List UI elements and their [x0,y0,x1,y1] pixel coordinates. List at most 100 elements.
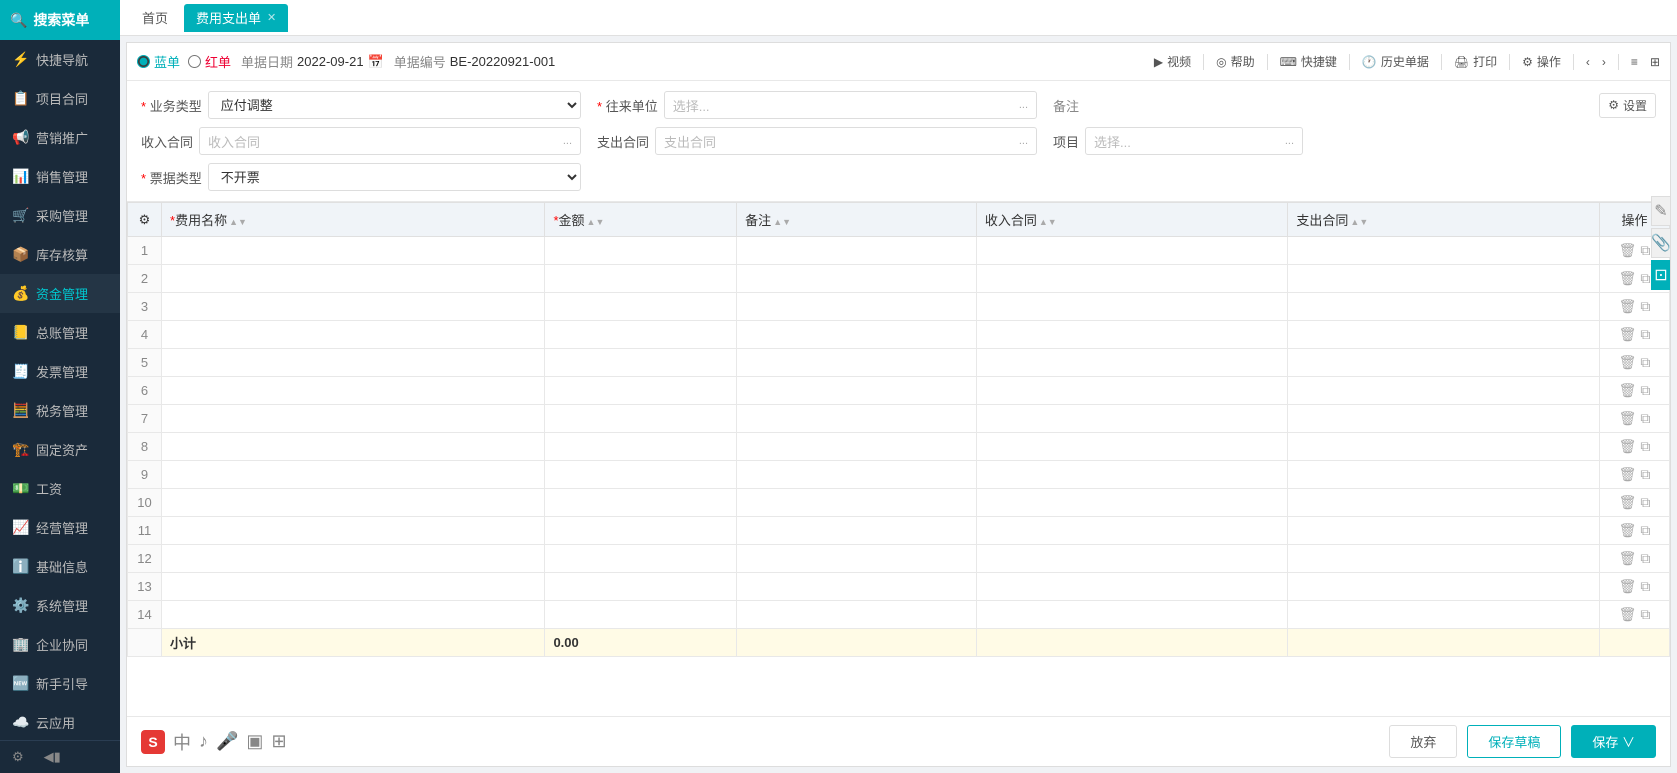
row-amount-2[interactable] [545,265,737,293]
row-name-1[interactable] [162,237,545,265]
row-income-13[interactable] [976,573,1288,601]
sidebar-item-enterprise[interactable]: 🏢 企业协同 [0,625,120,664]
row-copy-4[interactable]: ⧉ [1640,326,1650,343]
row-delete-13[interactable]: 🗑 [1619,578,1637,595]
row-income-9[interactable] [976,461,1288,489]
row-name-14[interactable] [162,601,545,629]
row-expense-13[interactable] [1288,573,1600,601]
row-name-6[interactable] [162,377,545,405]
row-amount-14[interactable] [545,601,737,629]
business-type-select[interactable]: 应付调整 [208,91,581,119]
row-name-8[interactable] [162,433,545,461]
row-income-7[interactable] [976,405,1288,433]
right-float-btn-1[interactable]: ✎ [1651,196,1671,226]
footer-icon-mic[interactable]: 🎤 [216,731,238,752]
sidebar-item-ledger[interactable]: 📒 总账管理 [0,313,120,352]
settings-icon[interactable]: ⚙ [12,749,24,765]
row-amount-10[interactable] [545,489,737,517]
sidebar-item-operations[interactable]: 📈 经营管理 [0,508,120,547]
row-note-7[interactable] [737,405,977,433]
sidebar-item-tax[interactable]: 🧮 税务管理 [0,391,120,430]
row-note-10[interactable] [737,489,977,517]
row-note-8[interactable] [737,433,977,461]
row-copy-5[interactable]: ⧉ [1640,354,1650,371]
row-copy-10[interactable]: ⧉ [1640,494,1650,511]
save-draft-button[interactable]: 保存草稿 [1467,725,1561,758]
row-income-10[interactable] [976,489,1288,517]
row-note-6[interactable] [737,377,977,405]
shortcut-action[interactable]: ⌨ 快捷键 [1280,53,1337,70]
row-amount-4[interactable] [545,321,737,349]
row-expense-5[interactable] [1288,349,1600,377]
footer-icon-grid1[interactable]: ▣ [246,731,263,752]
help-action[interactable]: ◎ 帮助 [1216,53,1255,70]
amount-sort-icon[interactable]: ▲▼ [587,217,605,227]
save-button[interactable]: 保存 ∨ [1571,725,1656,758]
row-expense-12[interactable] [1288,545,1600,573]
row-income-11[interactable] [976,517,1288,545]
row-amount-3[interactable] [545,293,737,321]
discard-button[interactable]: 放弃 [1389,725,1457,758]
row-copy-11[interactable]: ⧉ [1640,522,1650,539]
right-float-btn-3[interactable]: ⊡ [1651,260,1671,290]
nav-next[interactable]: › [1602,55,1606,69]
row-copy-14[interactable]: ⧉ [1640,606,1650,623]
row-amount-12[interactable] [545,545,737,573]
income-contract-dots[interactable]: ... [563,135,572,147]
row-amount-1[interactable] [545,237,737,265]
counterpart-input[interactable]: 选择... ... [664,91,1037,119]
row-note-5[interactable] [737,349,977,377]
row-amount-13[interactable] [545,573,737,601]
red-bill-radio[interactable]: 红单 [188,52,231,71]
row-note-9[interactable] [737,461,977,489]
sidebar-item-inventory[interactable]: 📦 库存核算 [0,235,120,274]
project-dots[interactable]: ... [1285,135,1294,147]
sidebar-item-new-guide[interactable]: 🆕 新手引导 [0,664,120,703]
row-expense-2[interactable] [1288,265,1600,293]
row-note-13[interactable] [737,573,977,601]
red-bill-input[interactable] [188,55,201,68]
row-delete-8[interactable]: 🗑 [1619,438,1637,455]
row-delete-6[interactable]: 🗑 [1619,382,1637,399]
footer-icon-grid2[interactable]: ⊞ [271,731,286,752]
row-income-2[interactable] [976,265,1288,293]
row-income-8[interactable] [976,433,1288,461]
row-note-3[interactable] [737,293,977,321]
row-copy-13[interactable]: ⧉ [1640,578,1650,595]
sidebar-item-salary[interactable]: 💵 工资 [0,469,120,508]
list-view-icon[interactable]: ≡ [1631,55,1638,69]
row-amount-7[interactable] [545,405,737,433]
row-expense-4[interactable] [1288,321,1600,349]
row-note-12[interactable] [737,545,977,573]
row-copy-6[interactable]: ⧉ [1640,382,1650,399]
nav-prev[interactable]: ‹ [1586,55,1590,69]
right-float-btn-2[interactable]: 📎 [1651,228,1671,258]
row-expense-8[interactable] [1288,433,1600,461]
row-name-13[interactable] [162,573,545,601]
tab-close-expense[interactable]: ✕ [267,11,276,24]
row-copy-12[interactable]: ⧉ [1640,550,1650,567]
date-value[interactable]: 2022-09-21 [297,54,364,69]
name-sort-icon[interactable]: ▲▼ [229,217,247,227]
footer-icon-music[interactable]: ♪ [199,731,208,752]
row-delete-11[interactable]: 🗑 [1619,522,1637,539]
row-amount-9[interactable] [545,461,737,489]
row-copy-3[interactable]: ⧉ [1640,298,1650,315]
sidebar-item-marketing[interactable]: 📢 营销推广 [0,118,120,157]
print-action[interactable]: 🖨 打印 [1454,53,1497,70]
sidebar-item-sales[interactable]: 📊 销售管理 [0,157,120,196]
grid-view-icon[interactable]: ⊞ [1650,55,1660,69]
footer-icon-zhong[interactable]: 中 [173,729,191,755]
expense-contract-dots[interactable]: ... [1019,135,1028,147]
row-note-4[interactable] [737,321,977,349]
row-income-5[interactable] [976,349,1288,377]
row-name-3[interactable] [162,293,545,321]
counterpart-dots[interactable]: ... [1019,99,1028,111]
row-expense-11[interactable] [1288,517,1600,545]
row-income-4[interactable] [976,321,1288,349]
row-expense-10[interactable] [1288,489,1600,517]
row-amount-11[interactable] [545,517,737,545]
row-name-4[interactable] [162,321,545,349]
row-delete-2[interactable]: 🗑 [1619,270,1637,287]
row-copy-2[interactable]: ⧉ [1640,270,1650,287]
